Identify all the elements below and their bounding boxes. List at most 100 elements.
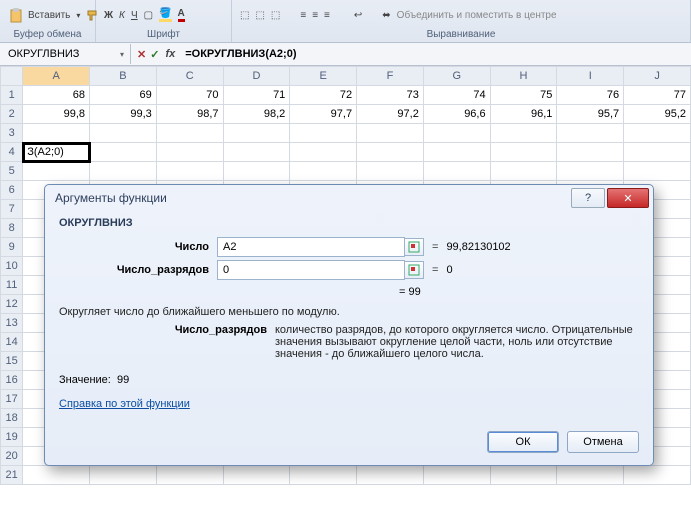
dialog-title: Аргументы функции (55, 191, 167, 205)
group-align-label: Выравнивание (240, 29, 682, 42)
cell[interactable]: 71 (223, 86, 290, 105)
row-header[interactable]: 17 (1, 390, 23, 409)
range-select-icon[interactable] (404, 238, 424, 256)
col-header[interactable]: D (223, 67, 290, 86)
table-row: 4З(A2;0) (1, 143, 691, 162)
cell[interactable]: 69 (90, 86, 157, 105)
cell[interactable]: 95,2 (624, 105, 691, 124)
cell[interactable]: 73 (357, 86, 424, 105)
cancel-button[interactable]: Отмена (567, 431, 639, 453)
cell[interactable]: 72 (290, 86, 357, 105)
equals-label: = (424, 241, 446, 253)
row-header[interactable]: 20 (1, 447, 23, 466)
wrap-text-icon[interactable]: ↩ (354, 10, 362, 21)
row-header[interactable]: 6 (1, 181, 23, 200)
close-button[interactable]: ✕ (607, 188, 649, 208)
align-bottom-icon[interactable]: ⬚ (271, 10, 280, 21)
col-header[interactable]: A (23, 67, 90, 86)
col-header[interactable]: I (557, 67, 624, 86)
row-header[interactable]: 2 (1, 105, 23, 124)
row-header[interactable]: 12 (1, 295, 23, 314)
row-header[interactable]: 3 (1, 124, 23, 143)
col-header[interactable]: C (156, 67, 223, 86)
cell[interactable]: 70 (156, 86, 223, 105)
row-header[interactable]: 9 (1, 238, 23, 257)
accept-formula-icon[interactable]: ✓ (150, 48, 159, 61)
cell[interactable]: 98,2 (223, 105, 290, 124)
select-all[interactable] (1, 67, 23, 86)
row-header[interactable]: 19 (1, 428, 23, 447)
argdesc-text: количество разрядов, до которого округля… (275, 324, 639, 360)
col-header[interactable]: H (490, 67, 557, 86)
underline-icon[interactable]: Ч (131, 10, 138, 21)
row-header[interactable]: 14 (1, 333, 23, 352)
row-header[interactable]: 1 (1, 86, 23, 105)
row-header[interactable]: 21 (1, 466, 23, 485)
cell[interactable]: 95,7 (557, 105, 624, 124)
cell[interactable]: 97,7 (290, 105, 357, 124)
chevron-down-icon[interactable]: ▾ (76, 11, 80, 20)
cell[interactable]: 76 (557, 86, 624, 105)
group-clipboard-label: Буфер обмена (8, 29, 87, 42)
formula-input[interactable] (183, 47, 587, 61)
help-button[interactable]: ? (571, 188, 605, 208)
cell[interactable]: 77 (624, 86, 691, 105)
cell[interactable]: 75 (490, 86, 557, 105)
col-header[interactable]: B (90, 67, 157, 86)
row-header[interactable]: 16 (1, 371, 23, 390)
align-top-icon[interactable]: ⬚ (240, 10, 249, 21)
row-header[interactable]: 8 (1, 219, 23, 238)
row-header[interactable]: 13 (1, 314, 23, 333)
help-link[interactable]: Справка по этой функции (59, 398, 190, 410)
cancel-formula-icon[interactable]: ✕ (137, 48, 146, 61)
fx-icon[interactable]: fx (165, 48, 175, 60)
align-center-icon[interactable]: ≡ (312, 10, 318, 21)
cell[interactable] (23, 124, 90, 143)
cell[interactable]: 74 (423, 86, 490, 105)
align-middle-icon[interactable]: ⬚ (255, 10, 264, 21)
range-select-icon[interactable] (404, 261, 424, 279)
ribbon: Вставить ▾ Буфер обмена Ж К Ч ▢ 🪣 A Шриф… (0, 0, 691, 43)
bold-icon[interactable]: Ж (104, 10, 113, 21)
row-header[interactable]: 18 (1, 409, 23, 428)
row-header[interactable]: 4 (1, 143, 23, 162)
align-left-icon[interactable]: ≡ (300, 10, 306, 21)
font-color-icon[interactable]: A (178, 8, 185, 22)
cell[interactable]: 68 (23, 86, 90, 105)
row-header[interactable]: 11 (1, 276, 23, 295)
merge-label[interactable]: Объединить и поместить в центре (397, 10, 557, 21)
table-row: 299,899,398,798,297,797,296,696,195,795,… (1, 105, 691, 124)
cell[interactable]: 99,3 (90, 105, 157, 124)
row-header[interactable]: 10 (1, 257, 23, 276)
cell[interactable]: 98,7 (156, 105, 223, 124)
function-name: ОКРУГЛВНИЗ (59, 217, 639, 229)
paste-icon[interactable] (8, 8, 22, 22)
arg2-label: Число_разрядов (59, 264, 217, 276)
cell[interactable]: 96,6 (423, 105, 490, 124)
col-header[interactable]: E (290, 67, 357, 86)
cell[interactable]: 97,2 (357, 105, 424, 124)
align-right-icon[interactable]: ≡ (324, 10, 330, 21)
row-header[interactable]: 15 (1, 352, 23, 371)
cell[interactable]: 99,8 (23, 105, 90, 124)
merge-icon[interactable]: ⬌ (382, 10, 390, 21)
arg1-input[interactable] (221, 240, 375, 254)
chevron-down-icon[interactable]: ▾ (120, 50, 124, 59)
italic-icon[interactable]: К (119, 10, 125, 21)
row-header[interactable]: 7 (1, 200, 23, 219)
row-header[interactable]: 5 (1, 162, 23, 181)
col-header[interactable]: G (423, 67, 490, 86)
col-header[interactable]: F (357, 67, 424, 86)
name-box[interactable]: ▾ (0, 44, 131, 64)
arg2-input[interactable] (221, 263, 375, 277)
arg1-eval: 99,82130102 (446, 241, 510, 253)
active-cell[interactable]: З(A2;0) (23, 143, 90, 162)
fill-color-icon[interactable]: 🪣 (159, 8, 171, 22)
table-row: 5 (1, 162, 691, 181)
cell[interactable]: 96,1 (490, 105, 557, 124)
col-header[interactable]: J (624, 67, 691, 86)
paste-label[interactable]: Вставить (28, 10, 70, 21)
ok-button[interactable]: ОК (487, 431, 559, 453)
border-icon[interactable]: ▢ (144, 10, 153, 21)
name-box-input[interactable] (6, 47, 100, 61)
